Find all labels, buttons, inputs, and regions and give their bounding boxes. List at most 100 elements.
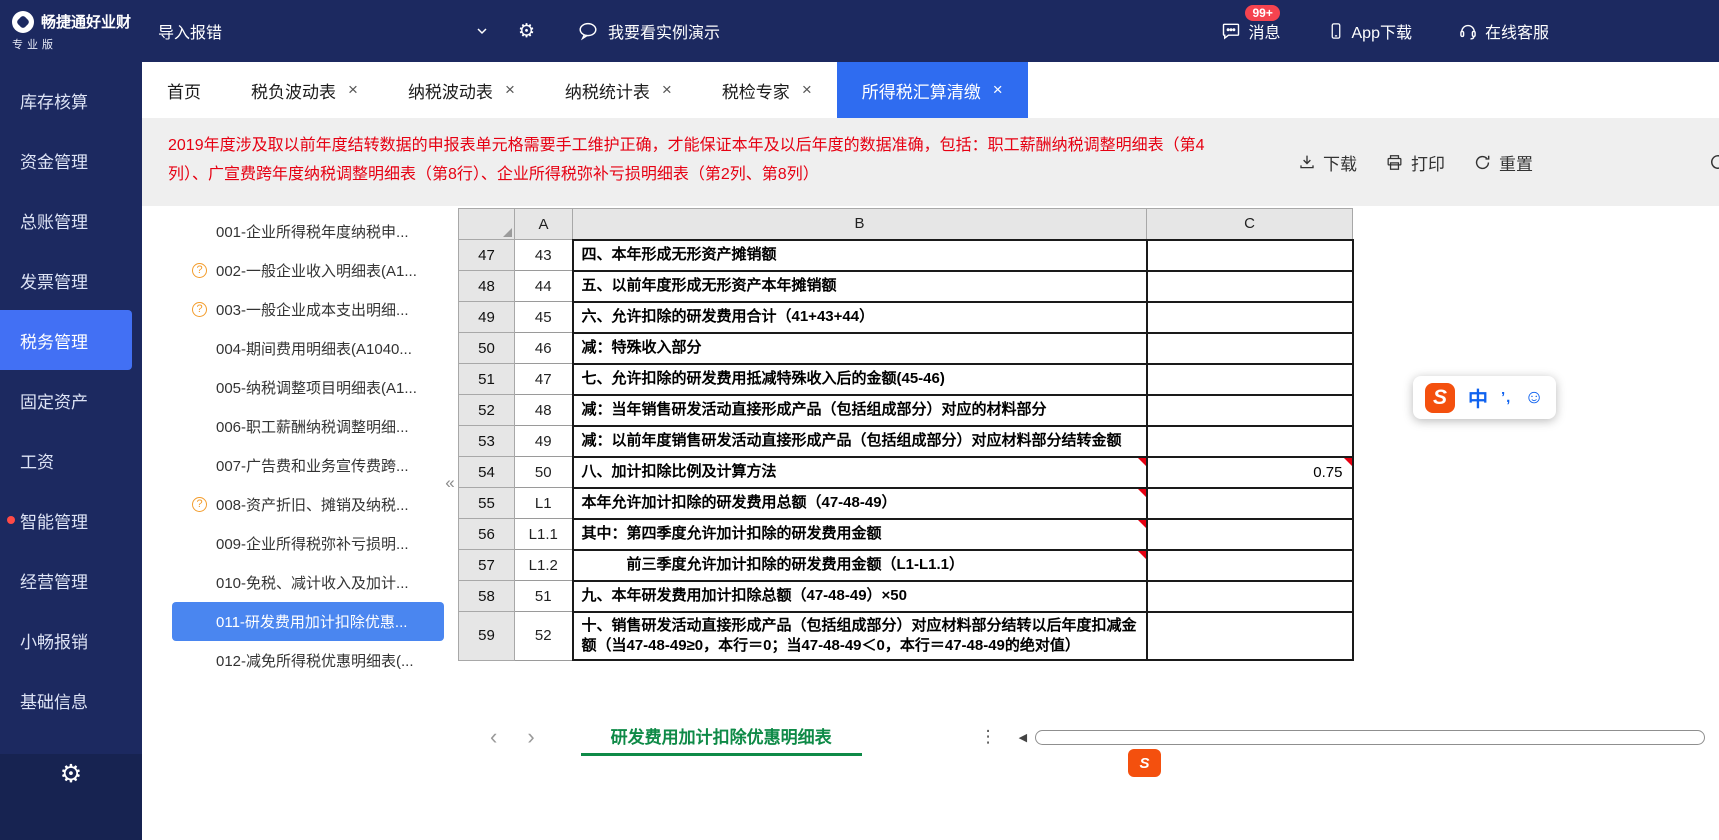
messages-button[interactable]: 99+ 消息 <box>1221 5 1281 43</box>
report-list-item[interactable]: ? 003-一般企业成本支出明细... <box>172 290 444 329</box>
sidebar-item[interactable]: 小畅报销 <box>0 610 142 670</box>
close-icon[interactable]: × <box>993 80 1003 100</box>
cell-line-no[interactable]: L1.1 <box>514 518 573 550</box>
sheet-tab[interactable]: 研发费用加计扣除优惠明细表 <box>580 718 862 756</box>
tab[interactable]: 税负波动表 × <box>226 62 383 118</box>
cell-line-no[interactable]: 44 <box>514 270 573 302</box>
row-header[interactable]: 55 <box>458 487 515 519</box>
cell-description[interactable]: 其中：第四季度允许加计扣除的研发费用金额 <box>571 517 1148 551</box>
close-icon[interactable]: × <box>662 80 672 100</box>
row-header[interactable]: 49 <box>458 301 515 333</box>
close-icon[interactable]: × <box>802 80 812 100</box>
cell-value[interactable] <box>1145 331 1354 365</box>
report-list-item[interactable]: 007-广告费和业务宣传费跨... <box>172 446 444 485</box>
cell-line-no[interactable]: 48 <box>514 394 573 426</box>
sheet-nav-left-icon[interactable]: ‹ <box>490 726 497 748</box>
cell-line-no[interactable]: 50 <box>514 456 573 488</box>
print-button[interactable]: 打印 <box>1385 150 1445 175</box>
close-icon[interactable]: × <box>348 80 358 100</box>
row-header[interactable]: 50 <box>458 332 515 364</box>
reset-button[interactable]: 重置 <box>1473 150 1533 175</box>
tab[interactable]: 纳税波动表 × <box>383 62 540 118</box>
cell-line-no[interactable]: 49 <box>514 425 573 457</box>
help-icon[interactable]: ? <box>192 302 207 317</box>
cell-value[interactable]: 0.75 <box>1145 455 1354 489</box>
download-button[interactable]: 下载 <box>1298 150 1357 175</box>
report-list-item[interactable]: 006-职工薪酬纳税调整明细... <box>172 407 444 446</box>
cell-description[interactable]: 七、允许扣除的研发费用抵减特殊收入后的金额(45-46) <box>571 362 1148 396</box>
cell-line-no[interactable]: L1 <box>514 487 573 519</box>
tab[interactable]: 首页 <box>142 62 226 118</box>
cell-line-no[interactable]: 52 <box>514 611 573 661</box>
report-list-item[interactable]: 009-企业所得税弥补亏损明... <box>172 524 444 563</box>
report-list-item[interactable]: ? 002-一般企业收入明细表(A1... <box>172 251 444 290</box>
refresh-edge-icon[interactable] <box>1708 152 1719 172</box>
sidebar-gear-icon[interactable]: ⚙ <box>60 762 82 840</box>
cell-description[interactable]: 四、本年形成无形资产摊销额 <box>571 238 1148 272</box>
sidebar-item[interactable]: 经营管理 <box>0 550 142 610</box>
cell-value[interactable] <box>1145 610 1354 661</box>
cell-value[interactable] <box>1145 517 1354 551</box>
tab[interactable]: 税检专家 × <box>697 62 837 118</box>
sidebar-item[interactable]: 发票管理 <box>0 250 142 310</box>
cell-description[interactable]: 减：以前年度销售研发活动直接形成产品（包括组成部分）对应材料部分结转金额 <box>571 424 1148 458</box>
app-download-button[interactable]: App下载 <box>1327 19 1412 43</box>
sidebar-item[interactable]: 工资 <box>0 430 142 490</box>
cell-value[interactable] <box>1145 269 1354 303</box>
online-support-button[interactable]: 在线客服 <box>1458 19 1549 43</box>
cell-value[interactable] <box>1145 362 1354 396</box>
cell-line-no[interactable]: 46 <box>514 332 573 364</box>
help-icon[interactable]: ? <box>192 263 207 278</box>
row-header[interactable]: 56 <box>458 518 515 550</box>
cell-value[interactable] <box>1145 424 1354 458</box>
cell-description[interactable]: 前三季度允许加计扣除的研发费用金额（L1-L1.1） <box>571 548 1148 582</box>
report-list-item[interactable]: 012-减免所得税优惠明细表(... <box>172 641 444 680</box>
column-header-b[interactable]: B <box>572 208 1147 240</box>
cell-line-no[interactable]: L1.2 <box>514 549 573 581</box>
cell-value[interactable] <box>1145 393 1354 427</box>
tab[interactable]: 纳税统计表 × <box>540 62 697 118</box>
cell-description[interactable]: 六、允许扣除的研发费用合计（41+43+44） <box>571 300 1148 334</box>
cell-value[interactable] <box>1145 548 1354 582</box>
row-header[interactable]: 54 <box>458 456 515 488</box>
row-header[interactable]: 57 <box>458 549 515 581</box>
more-sheets-icon[interactable]: ⋮ <box>980 727 997 747</box>
scroll-left-icon[interactable]: ◀ <box>1019 731 1027 744</box>
row-header[interactable]: 53 <box>458 425 515 457</box>
cell-value[interactable] <box>1145 238 1354 272</box>
row-header[interactable]: 51 <box>458 363 515 395</box>
cell-description[interactable]: 十、销售研发活动直接形成产品（包括组成部分）对应材料部分结转以后年度扣减金额（当… <box>571 610 1148 661</box>
report-list-item[interactable]: 010-免税、减计收入及加计... <box>172 563 444 602</box>
cell-value[interactable] <box>1145 300 1354 334</box>
sidebar-item[interactable]: 资金管理 <box>0 130 142 190</box>
settings-gear-icon[interactable]: ⚙ <box>518 22 535 41</box>
sogou-logo-icon[interactable]: S <box>1425 382 1455 413</box>
collapse-panel-icon[interactable]: « <box>441 466 459 500</box>
cell-line-no[interactable]: 43 <box>514 239 573 271</box>
sidebar-item[interactable]: 总账管理 <box>0 190 142 250</box>
help-icon[interactable]: ? <box>192 497 207 512</box>
ime-tray-icon[interactable]: S <box>1128 749 1161 777</box>
sidebar-item[interactable]: 固定资产 <box>0 370 142 430</box>
sidebar-item[interactable]: 智能管理 <box>0 490 142 550</box>
sidebar-item[interactable]: 基础信息 <box>0 670 142 730</box>
cell-description[interactable]: 八、加计扣除比例及计算方法 <box>571 455 1148 489</box>
cell-value[interactable] <box>1145 486 1354 520</box>
report-list-item[interactable]: 004-期间费用明细表(A1040... <box>172 329 444 368</box>
cell-description[interactable]: 九、本年研发费用加计扣除总额（47-48-49）×50 <box>571 579 1148 613</box>
cell-description[interactable]: 减：特殊收入部分 <box>571 331 1148 365</box>
close-icon[interactable]: × <box>505 80 515 100</box>
cell-line-no[interactable]: 45 <box>514 301 573 333</box>
select-all-corner[interactable] <box>458 208 515 240</box>
import-error-dropdown[interactable]: 导入报错 <box>158 19 490 43</box>
row-header[interactable]: 47 <box>458 239 515 271</box>
sidebar-item[interactable]: 税务管理 <box>0 310 132 370</box>
cell-description[interactable]: 减：当年销售研发活动直接形成产品（包括组成部分）对应的材料部分 <box>571 393 1148 427</box>
cell-value[interactable] <box>1145 579 1354 613</box>
cell-description[interactable]: 五、以前年度形成无形资产本年摊销额 <box>571 269 1148 303</box>
row-header[interactable]: 48 <box>458 270 515 302</box>
report-list-item[interactable]: 005-纳税调整项目明细表(A1... <box>172 368 444 407</box>
sheet-nav-right-icon[interactable]: › <box>527 726 534 748</box>
ime-punctuation-toggle[interactable]: ’, <box>1501 389 1511 406</box>
horizontal-scrollbar[interactable] <box>1035 729 1705 745</box>
